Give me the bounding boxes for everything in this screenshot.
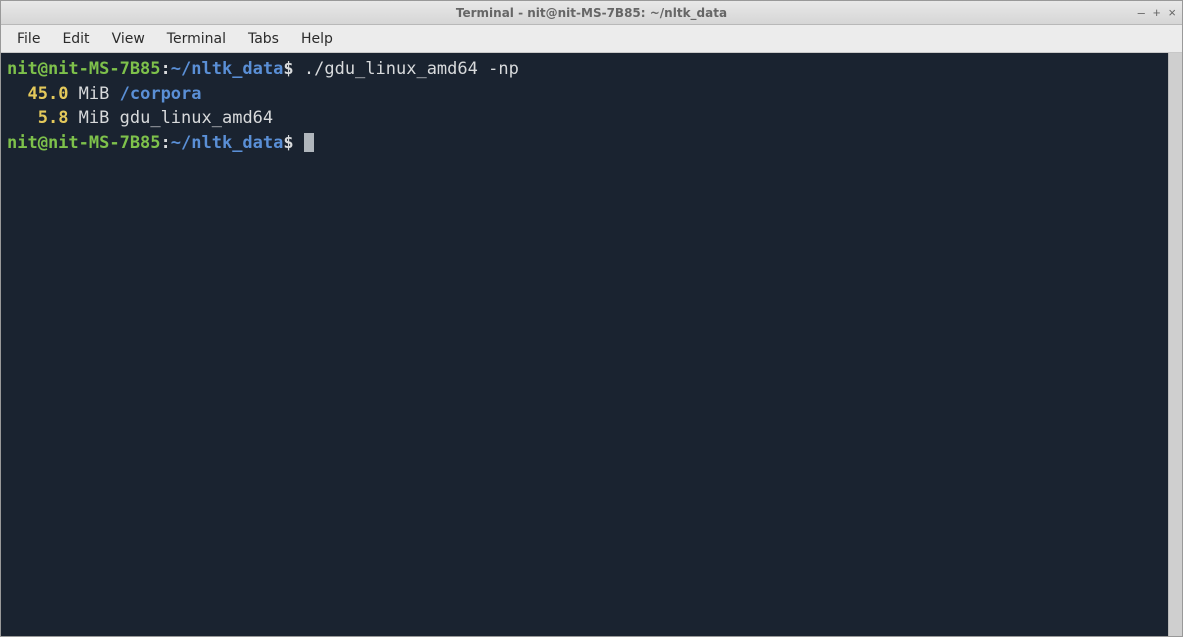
minimize-button[interactable]: – — [1138, 6, 1145, 19]
maximize-button[interactable]: + — [1153, 6, 1161, 19]
menu-help[interactable]: Help — [291, 27, 343, 51]
terminal-output[interactable]: nit@nit-MS-7B85:~/nltk_data$ ./gdu_linux… — [1, 53, 1168, 636]
menu-view[interactable]: View — [102, 27, 155, 51]
menu-edit[interactable]: Edit — [52, 27, 99, 51]
row-unit: MiB — [68, 108, 119, 128]
row-size: 5.8 — [17, 108, 68, 128]
prompt-user: nit@nit-MS-7B85 — [7, 133, 161, 153]
prompt-user: nit@nit-MS-7B85 — [7, 59, 161, 79]
prompt-path: ~/nltk_data — [171, 59, 284, 79]
cursor-icon — [304, 133, 314, 152]
prompt-path: ~/nltk_data — [171, 133, 284, 153]
titlebar[interactable]: Terminal - nit@nit-MS-7B85: ~/nltk_data … — [1, 1, 1182, 25]
row-size: 45.0 — [17, 84, 68, 104]
prompt-colon: : — [161, 133, 171, 153]
prompt-symbol: $ — [283, 59, 293, 79]
menu-tabs[interactable]: Tabs — [238, 27, 289, 51]
prompt-symbol: $ — [283, 133, 293, 153]
close-button[interactable]: × — [1168, 6, 1176, 19]
row-name-file: gdu_linux_amd64 — [120, 108, 274, 128]
menubar: File Edit View Terminal Tabs Help — [1, 25, 1182, 53]
window-title: Terminal - nit@nit-MS-7B85: ~/nltk_data — [456, 6, 727, 20]
menu-file[interactable]: File — [7, 27, 50, 51]
command-text: ./gdu_linux_amd64 -np — [304, 59, 519, 79]
row-name-dir: /corpora — [120, 84, 202, 104]
prompt-colon: : — [161, 59, 171, 79]
menu-terminal[interactable]: Terminal — [157, 27, 236, 51]
window-controls: – + × — [1138, 6, 1176, 19]
terminal-area: nit@nit-MS-7B85:~/nltk_data$ ./gdu_linux… — [1, 53, 1182, 636]
terminal-window: Terminal - nit@nit-MS-7B85: ~/nltk_data … — [0, 0, 1183, 637]
row-unit: MiB — [68, 84, 119, 104]
scrollbar[interactable] — [1168, 53, 1182, 636]
